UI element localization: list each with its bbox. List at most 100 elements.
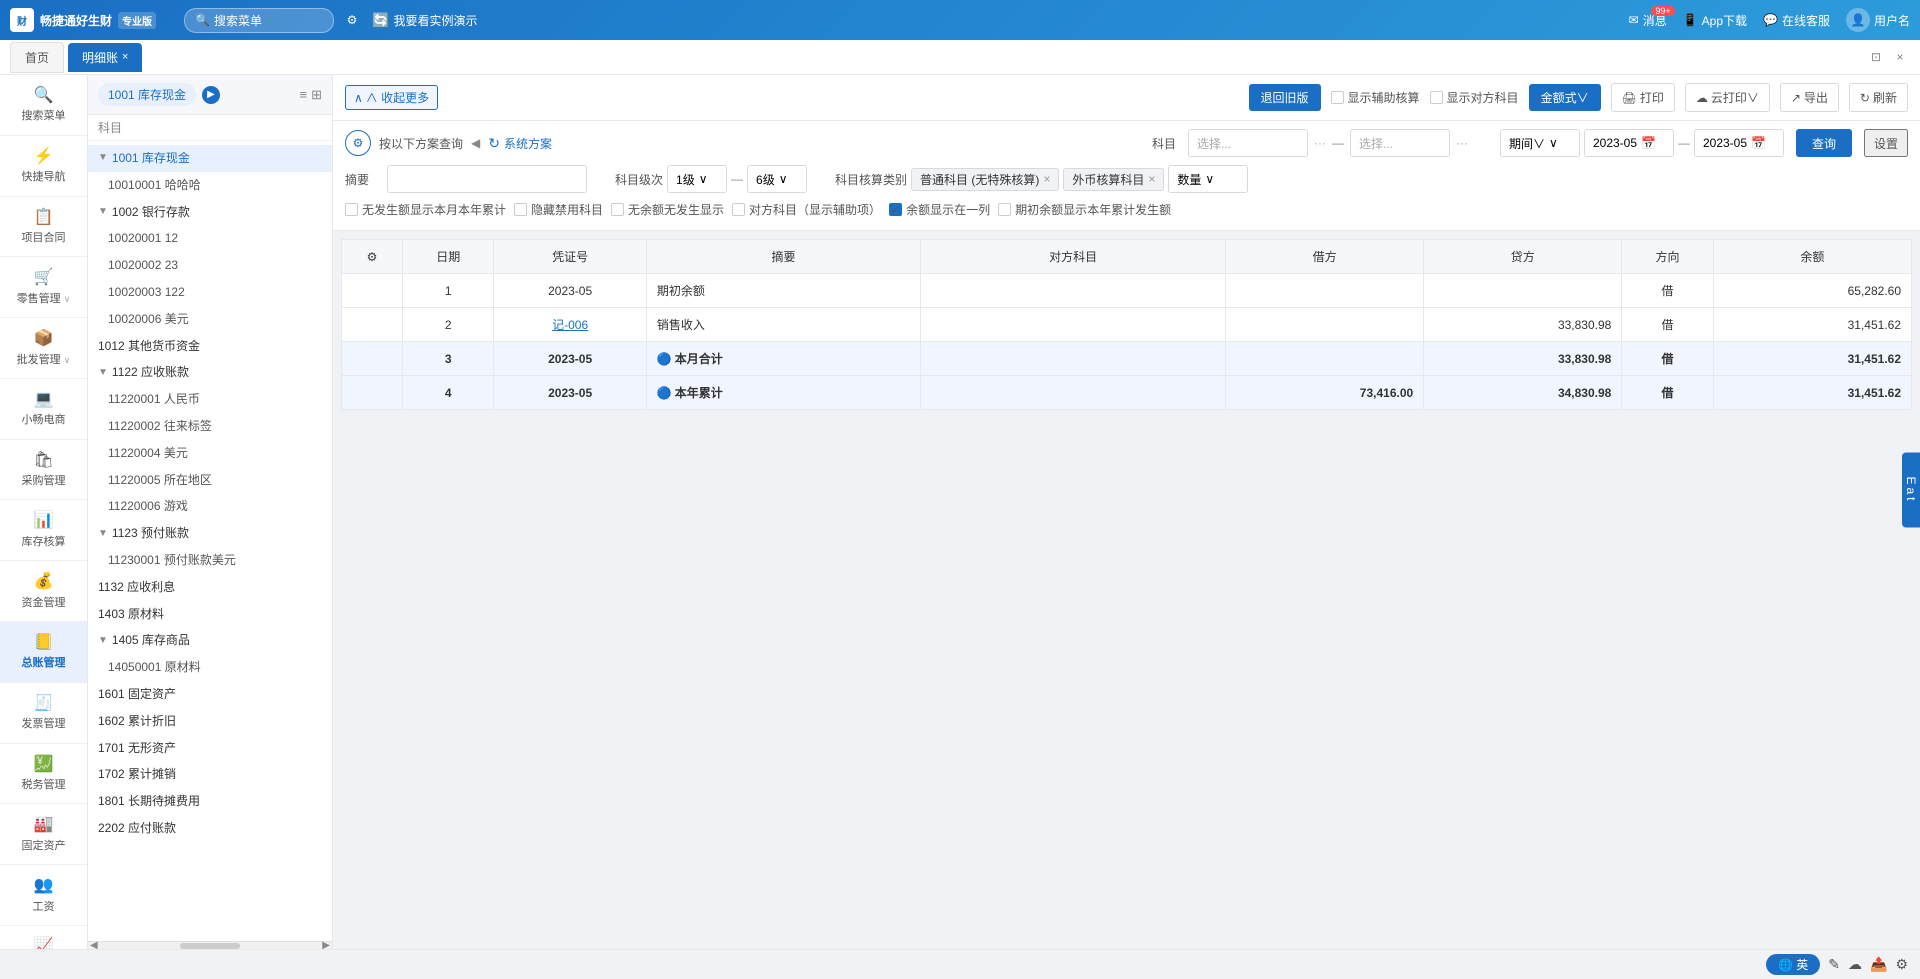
system-plan-link[interactable]: ↻ 系统方案	[488, 135, 552, 152]
tree-node-1122[interactable]: ▼ 1122 应收账款	[88, 359, 332, 386]
tree-node-10020002[interactable]: 10020002 23	[88, 252, 332, 279]
tree-node-11220004[interactable]: 11220004 美元	[88, 440, 332, 467]
scroll-left-arrow[interactable]: ◀	[90, 940, 98, 949]
tree-node-11220006[interactable]: 11220006 游戏	[88, 493, 332, 520]
nav-wholesale[interactable]: 📦 批发管理 ∨	[0, 318, 87, 379]
tag-foreign-close[interactable]: ×	[1148, 172, 1155, 186]
tree-node-1702[interactable]: 1702 累计摊销	[88, 761, 332, 788]
back-to-old-btn[interactable]: 退回旧版	[1249, 84, 1321, 111]
tree-node-1602[interactable]: 1602 累计折旧	[88, 708, 332, 735]
filter-collapse-arrow[interactable]: ◀	[471, 136, 480, 150]
nav-invoice[interactable]: 🧾 发票管理	[0, 683, 87, 744]
nav-search[interactable]: 🔍 搜索菜单	[0, 75, 87, 136]
tree-node-14050001[interactable]: 14050001 原材料	[88, 654, 332, 681]
refresh-btn[interactable]: ↻ 刷新	[1849, 83, 1908, 112]
tree-selected-account[interactable]: 1001 库存现金	[98, 83, 196, 106]
tree-node-11230001[interactable]: 11230001 预付账款美元	[88, 547, 332, 574]
print-btn[interactable]: 🖨 打印	[1611, 83, 1675, 112]
user-avatar[interactable]: 👤 用户名	[1846, 8, 1910, 32]
tree-node-11220001[interactable]: 11220001 人民币	[88, 386, 332, 413]
nav-tax[interactable]: 💹 税务管理	[0, 744, 87, 805]
lang-btn[interactable]: 🌐 英	[1766, 954, 1820, 975]
check-hide-disabled[interactable]: 隐藏禁用科目	[514, 201, 603, 218]
tree-node-1001[interactable]: ▼ 1001 库存现金	[88, 145, 332, 172]
row4-settings[interactable]	[342, 376, 403, 410]
cloud-print-btn[interactable]: ☁ 云打印∨	[1685, 83, 1770, 112]
level-end-select[interactable]: 6级 ∨	[747, 165, 807, 193]
tree-node-1002[interactable]: ▼ 1002 银行存款	[88, 199, 332, 226]
tree-node-1403[interactable]: 1403 原材料	[88, 601, 332, 628]
settings-icon-top[interactable]: ⚙	[340, 8, 364, 32]
show-auxiliary-check[interactable]: 显示辅助核算	[1331, 89, 1420, 106]
period-end-input[interactable]: 2023-05 📅	[1694, 129, 1784, 157]
tree-expand-icon[interactable]: ⊞	[311, 87, 322, 103]
tree-node-11220002[interactable]: 11220002 往来标签	[88, 413, 332, 440]
message-btn[interactable]: ✉ 消息 99+	[1629, 12, 1667, 29]
show-opposite-check[interactable]: 显示对方科目	[1430, 89, 1519, 106]
tree-node-1405[interactable]: ▼ 1405 库存商品	[88, 627, 332, 654]
tree-node-1601[interactable]: 1601 固定资产	[88, 681, 332, 708]
tree-node-10020006[interactable]: 10020006 美元	[88, 306, 332, 333]
app-download-btn[interactable]: 📱 App下载	[1683, 12, 1747, 29]
tree-node-1123[interactable]: ▼ 1123 预付账款	[88, 520, 332, 547]
query-btn[interactable]: 查询	[1796, 129, 1852, 157]
demo-link[interactable]: 🔄 我要看实例演示	[372, 12, 477, 29]
check-no-amount[interactable]: 无发生额显示本月本年累计	[345, 201, 506, 218]
tree-node-10020001[interactable]: 10020001 12	[88, 225, 332, 252]
cloud-icon[interactable]: ☁	[1848, 956, 1862, 973]
nav-hr[interactable]: 👥 工资	[0, 865, 87, 926]
row2-settings[interactable]	[342, 308, 403, 342]
tree-node-10020003[interactable]: 10020003 122	[88, 279, 332, 306]
quantity-select[interactable]: 数量 ∨	[1168, 165, 1248, 193]
tag-normal-close[interactable]: ×	[1043, 172, 1050, 186]
nav-business[interactable]: 📈 经营管理	[0, 926, 87, 949]
check-no-balance[interactable]: 无余额无发生显示	[611, 201, 724, 218]
tab-expand-btn[interactable]: ⊡	[1866, 47, 1886, 67]
period-select[interactable]: 期间∨ ∨	[1500, 129, 1580, 157]
tree-node-1012[interactable]: 1012 其他货币资金	[88, 333, 332, 360]
tree-node-2202[interactable]: 2202 应付账款	[88, 815, 332, 842]
tab-close-all-btn[interactable]: ×	[1890, 47, 1910, 67]
subject-input[interactable]: 选择...	[1188, 129, 1308, 157]
voucher-link[interactable]: 记-006	[552, 318, 588, 332]
tree-node-1801[interactable]: 1801 长期待摊费用	[88, 788, 332, 815]
nav-inventory[interactable]: 📊 库存核算	[0, 500, 87, 561]
tag-normal-subject[interactable]: 普通科目 (无特殊核算) ×	[911, 168, 1059, 191]
top-search-input[interactable]: 🔍 搜索菜单	[184, 8, 334, 33]
tab-ledger[interactable]: 明细账 ×	[68, 43, 142, 72]
col-settings[interactable]: ⚙	[342, 240, 403, 274]
tree-node-1132[interactable]: 1132 应收利息	[88, 574, 332, 601]
subject-end-input[interactable]: 选择...	[1350, 129, 1450, 157]
nav-project[interactable]: 📋 项目合同	[0, 197, 87, 258]
scroll-thumb[interactable]	[180, 943, 240, 949]
tree-node-1701[interactable]: 1701 无形资产	[88, 735, 332, 762]
tree-nav-btn[interactable]: ▶	[202, 86, 220, 104]
period-start-input[interactable]: 2023-05 📅	[1584, 129, 1674, 157]
scroll-right-arrow[interactable]: ▶	[322, 940, 330, 949]
settings-text-btn[interactable]: 设置	[1864, 129, 1908, 157]
tree-list-icon[interactable]: ≡	[300, 87, 308, 103]
config-icon[interactable]: ⚙	[1895, 956, 1908, 973]
online-service-btn[interactable]: 💬 在线客服	[1763, 12, 1830, 29]
collapse-more-btn[interactable]: ∧ ∧ 收起更多	[345, 85, 438, 110]
tab-home[interactable]: 首页	[10, 42, 64, 73]
nav-retail[interactable]: 🛒 零售管理 ∨	[0, 257, 87, 318]
tab-close-btn[interactable]: ×	[122, 51, 128, 63]
row1-settings[interactable]	[342, 274, 403, 308]
nav-purchase[interactable]: 🛍 采购管理	[0, 440, 87, 501]
amount-mode-btn[interactable]: 金额式∨	[1529, 84, 1601, 111]
tree-scroll-track[interactable]: ◀ ▶	[88, 941, 332, 949]
check-opening-balance[interactable]: 期初余额显示本年累计发生额	[998, 201, 1171, 218]
check-opposite-subject[interactable]: 对方科目（显示辅助项）	[732, 201, 881, 218]
right-side-tab[interactable]: Eat	[1902, 452, 1920, 527]
check-balance-one-col[interactable]: ✓ 余额显示在一列	[889, 201, 990, 218]
nav-quick[interactable]: ⚡ 快捷导航	[0, 136, 87, 197]
level-start-select[interactable]: 1级 ∨	[667, 165, 727, 193]
edit-icon[interactable]: ✎	[1828, 956, 1840, 973]
tree-node-11220005[interactable]: 11220005 所在地区	[88, 467, 332, 494]
export-btn[interactable]: ↗ 导出	[1780, 83, 1839, 112]
nav-ledger[interactable]: 📒 总账管理	[0, 622, 87, 683]
nav-capital[interactable]: 💰 资金管理	[0, 561, 87, 622]
nav-assets[interactable]: 🏭 固定资产	[0, 804, 87, 865]
summary-input[interactable]	[387, 165, 587, 193]
